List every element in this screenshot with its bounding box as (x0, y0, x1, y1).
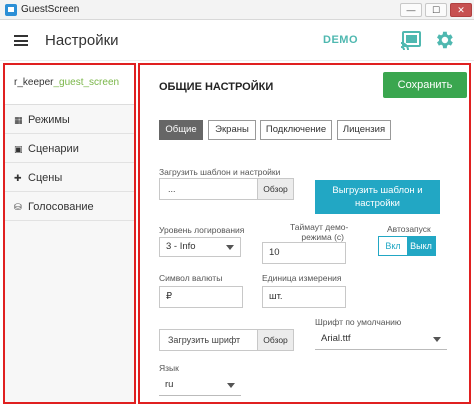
scenes-icon: ✚ (14, 173, 22, 183)
chevron-down-icon (226, 245, 234, 250)
sidebar-item-label: Голосование (28, 201, 94, 213)
tab-connection[interactable]: Подключение (260, 120, 332, 140)
vote-icon: ⛁ (14, 202, 22, 212)
sidebar-item-label: Сценарии (28, 143, 79, 155)
page-title: Настройки (45, 32, 119, 49)
close-button[interactable]: ✕ (450, 3, 472, 17)
language-label: Язык (159, 363, 179, 373)
user-name-suffix: _guest_screen (53, 77, 120, 88)
sidebar-user: r_keeper_guest_screen (5, 65, 134, 105)
load-template-value: ... (168, 184, 176, 194)
sidebar-item-voting[interactable]: ⛁ Голосование (5, 192, 134, 221)
unit-input[interactable]: шт. (262, 286, 346, 308)
language-value: ru (165, 379, 174, 390)
upload-template-button[interactable]: Выгрузить шаблон и настройки (315, 180, 440, 214)
load-font-browse-button[interactable]: Обзор (257, 330, 293, 350)
load-template-label: Загрузить шаблон и настройки (159, 167, 281, 177)
unit-label: Единица измерения (262, 273, 342, 283)
settings-panel: ОБЩИЕ НАСТРОЙКИ Сохранить Общие Экраны П… (138, 63, 471, 404)
load-template-field[interactable]: ... Обзор (159, 178, 294, 200)
demo-timeout-label: Таймаут демо- режима (с) (290, 222, 349, 242)
grid-icon: ▦ (14, 115, 23, 125)
cast-icon[interactable] (400, 30, 422, 50)
demo-timeout-input[interactable]: 10 (262, 242, 346, 264)
currency-input[interactable]: ₽ (159, 286, 243, 308)
chevron-down-icon (227, 383, 235, 388)
currency-label: Символ валюты (159, 273, 223, 283)
section-title: ОБЩИЕ НАСТРОЙКИ (159, 81, 274, 93)
load-font-placeholder: Загрузить шрифт (168, 335, 241, 345)
tab-general[interactable]: Общие (159, 120, 203, 140)
log-level-select[interactable]: 3 - Info (159, 237, 241, 257)
user-name: r_keeper (14, 77, 54, 88)
autostart-off-option[interactable]: Вкл (379, 237, 407, 255)
chevron-down-icon (433, 337, 441, 342)
window-title: GuestScreen (21, 4, 80, 15)
log-level-label: Уровень логирования (159, 225, 245, 235)
gear-icon[interactable] (433, 29, 455, 51)
sidebar-item-label: Режимы (28, 114, 70, 126)
window-titlebar: GuestScreen — ☐ ✕ (0, 0, 474, 20)
log-level-value: 3 - Info (166, 241, 196, 252)
app-header: Настройки DEMO (0, 21, 474, 61)
default-font-label: Шрифт по умолчанию (315, 317, 402, 327)
sidebar-item-scenes[interactable]: ✚ Сцены (5, 163, 134, 192)
demo-badge: DEMO (323, 34, 358, 46)
autostart-on-option[interactable]: Выкл (407, 237, 435, 255)
default-font-value: Arial.ttf (321, 333, 351, 344)
load-font-field[interactable]: Загрузить шрифт Обзор (159, 329, 294, 351)
language-select[interactable]: ru (159, 376, 241, 396)
app-icon (5, 4, 17, 16)
load-template-browse-button[interactable]: Обзор (257, 179, 293, 199)
autostart-toggle[interactable]: Вкл Выкл (378, 236, 436, 256)
demo-timeout-label-line2: режима (с) (301, 232, 344, 242)
sidebar-item-modes[interactable]: ▦ Режимы (5, 105, 134, 134)
sidebar-item-label: Сцены (28, 172, 63, 184)
save-button[interactable]: Сохранить (383, 72, 467, 98)
minimize-button[interactable]: — (400, 3, 422, 17)
tab-license[interactable]: Лицензия (337, 120, 391, 140)
hamburger-menu-icon[interactable] (14, 35, 28, 46)
demo-timeout-label-line1: Таймаут демо- (290, 222, 349, 232)
sidebar-item-scenarios[interactable]: ▣ Сценарии (5, 134, 134, 163)
default-font-select[interactable]: Arial.ttf (315, 330, 447, 350)
tab-screens[interactable]: Экраны (208, 120, 256, 140)
sidebar-menu: ▦ Режимы ▣ Сценарии ✚ Сцены ⛁ Голосование (5, 105, 134, 221)
maximize-button[interactable]: ☐ (425, 3, 447, 17)
image-icon: ▣ (14, 144, 23, 154)
sidebar: r_keeper_guest_screen ▦ Режимы ▣ Сценарии … (3, 63, 136, 404)
autostart-label: Автозапуск (387, 224, 431, 234)
